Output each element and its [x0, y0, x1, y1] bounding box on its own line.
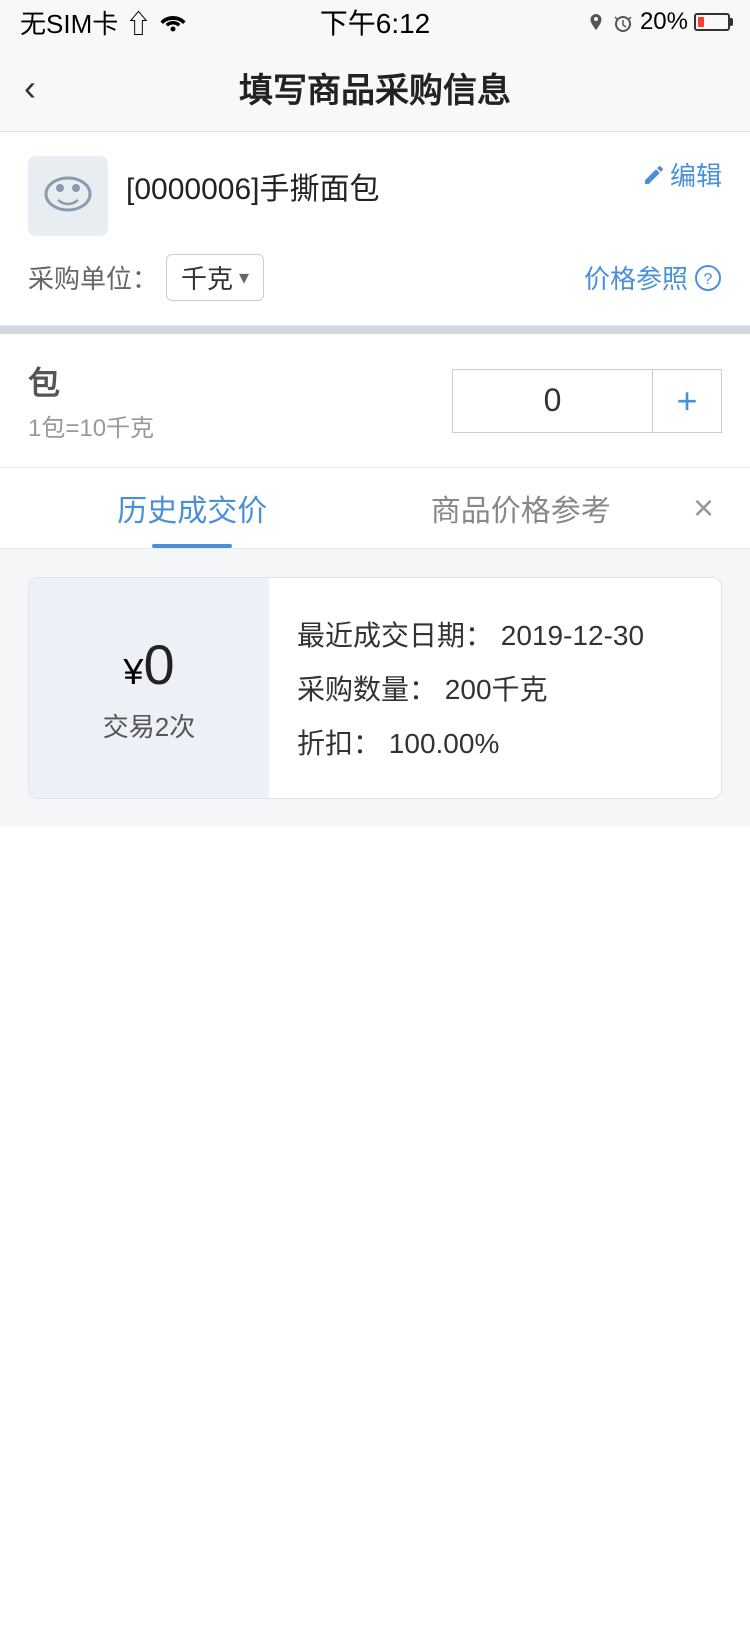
- unit-label: 采购单位：: [28, 259, 158, 296]
- price-amount: 0: [143, 632, 174, 697]
- product-full-name: [0000006]手撕面包: [126, 164, 379, 208]
- product-logo-icon: [38, 166, 98, 226]
- back-button[interactable]: ‹: [24, 67, 36, 109]
- currency-symbol: ¥: [123, 651, 143, 693]
- discount-label: 折扣：: [297, 728, 381, 759]
- status-time: 下午6:12: [320, 2, 431, 42]
- tab-underline: [152, 544, 232, 548]
- history-content: ¥ 0 交易2次 最近成交日期： 2019-12-30 采购数量： 200千克 …: [0, 549, 750, 827]
- purchase-qty-label: 采购数量：: [297, 674, 437, 705]
- tab-row: 历史成交价 商品价格参考 ×: [0, 468, 750, 548]
- product-name-area: [0000006]手撕面包: [126, 156, 379, 208]
- recent-date-label: 最近成交日期：: [297, 620, 493, 651]
- svg-text:?: ?: [704, 271, 713, 288]
- tab-price-ref-label: 商品价格参考: [431, 486, 611, 530]
- help-circle-icon: ?: [694, 264, 722, 292]
- tab-history-price[interactable]: 历史成交价: [28, 468, 356, 548]
- chevron-down-icon: ▾: [239, 265, 249, 290]
- recent-date-row: 最近成交日期： 2019-12-30: [297, 614, 693, 654]
- carrier-text: 无SIM卡 ⇧: [20, 4, 151, 41]
- separator: [0, 326, 750, 334]
- edit-label: 编辑: [670, 156, 722, 193]
- discount-value: 100.00%: [389, 728, 500, 759]
- page-background: [0, 827, 750, 1627]
- wifi-icon: [159, 12, 187, 32]
- product-info: [0000006]手撕面包: [28, 156, 379, 236]
- nav-bar: ‹ 填写商品采购信息: [0, 44, 750, 132]
- price-card-right: 最近成交日期： 2019-12-30 采购数量： 200千克 折扣： 100.0…: [269, 578, 721, 798]
- unit-value: 千克: [181, 259, 233, 296]
- tab-price-reference[interactable]: 商品价格参考: [356, 468, 684, 548]
- product-unit-row: 采购单位： 千克 ▾ 价格参照 ?: [28, 254, 722, 301]
- tab-area: 历史成交价 商品价格参考 ×: [0, 468, 750, 549]
- price-reference-button[interactable]: 价格参照 ?: [584, 259, 722, 296]
- quantity-label-area: 包 1包=10千克: [28, 358, 154, 443]
- trade-count: 交易2次: [103, 707, 195, 744]
- battery-percent: 20%: [640, 8, 688, 36]
- tab-close-button[interactable]: ×: [685, 487, 722, 529]
- quantity-value: 0: [544, 382, 562, 419]
- quantity-unit-label: 包: [28, 358, 154, 404]
- price-card: ¥ 0 交易2次 最近成交日期： 2019-12-30 采购数量： 200千克 …: [28, 577, 722, 799]
- status-bar: 无SIM卡 ⇧ 下午6:12 20%: [0, 0, 750, 44]
- purchase-qty-value: 200千克: [445, 674, 548, 705]
- purchase-qty-row: 采购数量： 200千克: [297, 668, 693, 708]
- recent-date-value: 2019-12-30: [501, 620, 644, 651]
- battery-icon: [694, 13, 730, 31]
- product-header: [0000006]手撕面包 编辑: [28, 156, 722, 236]
- status-carrier: 无SIM卡 ⇧: [20, 4, 187, 41]
- unit-select-button[interactable]: 千克 ▾: [166, 254, 264, 301]
- quantity-input-area: 0 +: [452, 369, 722, 433]
- price-card-left: ¥ 0 交易2次: [29, 578, 269, 798]
- product-thumbnail: [28, 156, 108, 236]
- edit-icon: [642, 163, 666, 187]
- quantity-conversion-label: 1包=10千克: [28, 408, 154, 443]
- page-title: 填写商品采购信息: [239, 63, 511, 112]
- quantity-plus-button[interactable]: +: [652, 369, 722, 433]
- product-card: [0000006]手撕面包 编辑 采购单位： 千克 ▾ 价格参照 ?: [0, 132, 750, 326]
- location-icon: [586, 12, 606, 32]
- tab-history-label: 历史成交价: [117, 486, 267, 530]
- quantity-input[interactable]: 0: [452, 369, 652, 433]
- edit-button[interactable]: 编辑: [642, 156, 722, 193]
- quantity-row: 包 1包=10千克 0 +: [0, 334, 750, 468]
- price-ref-label: 价格参照: [584, 259, 688, 296]
- alarm-icon: [612, 12, 634, 32]
- status-right: 20%: [586, 8, 730, 36]
- discount-row: 折扣： 100.00%: [297, 722, 693, 762]
